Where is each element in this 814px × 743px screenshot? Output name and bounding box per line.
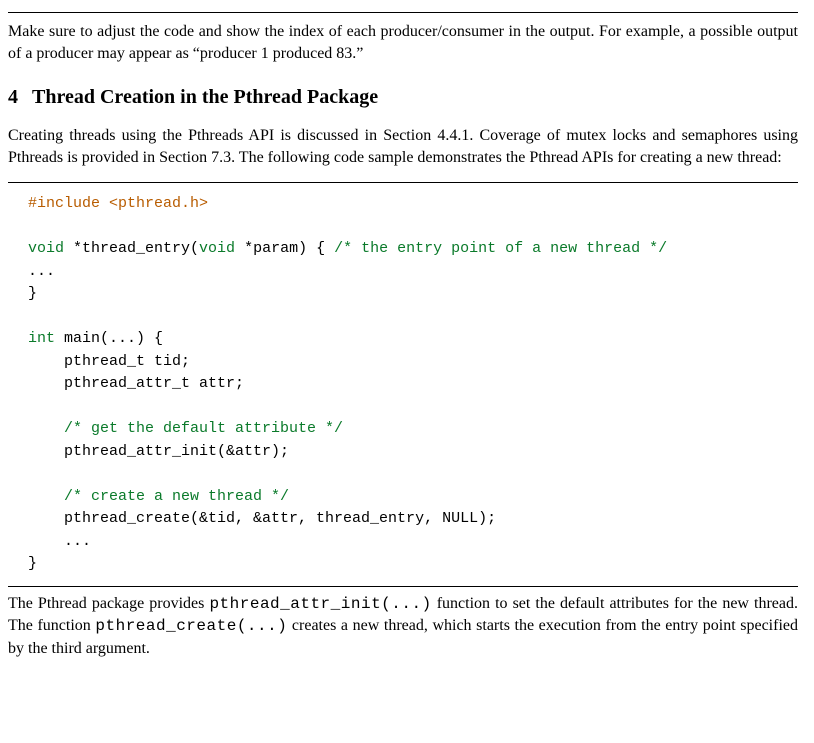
section-title: Thread Creation in the Pthread Package (32, 86, 378, 108)
body-paragraph: Creating threads using the Pthreads API … (8, 125, 798, 168)
intro-paragraph: Make sure to adjust the code and show th… (8, 21, 798, 64)
code-block: #include <pthread.h> void *thread_entry(… (8, 187, 798, 582)
code-line: ... (28, 263, 55, 280)
section-number: 4 (8, 84, 18, 111)
after-paragraph: The Pthread package provides pthread_att… (8, 593, 798, 660)
code-token: void (199, 240, 235, 257)
code-token: main(...) { (55, 330, 163, 347)
code-token: #include (28, 195, 100, 212)
code-token: *param) { (235, 240, 334, 257)
code-line: } (28, 285, 37, 302)
section-heading: 4 Thread Creation in the Pthread Package (8, 84, 798, 111)
code-line: pthread_attr_init(&attr); (28, 443, 289, 460)
code-token: void (28, 240, 64, 257)
code-line: ... (28, 533, 91, 550)
code-comment: /* the entry point of a new thread */ (334, 240, 667, 257)
code-comment: /* create a new thread */ (28, 488, 289, 505)
code-token: *thread_entry( (64, 240, 199, 257)
code-comment: /* get the default attribute */ (28, 420, 343, 437)
code-token: int (28, 330, 55, 347)
code-line: } (28, 555, 37, 572)
code-line: pthread_t tid; (28, 353, 190, 370)
code-rule-bottom (8, 586, 798, 587)
rule-top (8, 12, 798, 13)
code-token: <pthread.h> (109, 195, 208, 212)
inline-code: pthread_create(...) (95, 617, 287, 635)
inline-code: pthread_attr_init(...) (209, 595, 431, 613)
code-line: pthread_attr_t attr; (28, 375, 244, 392)
text-run: The Pthread package provides (8, 595, 209, 612)
code-line: pthread_create(&tid, &attr, thread_entry… (28, 510, 496, 527)
code-rule-top (8, 182, 798, 183)
